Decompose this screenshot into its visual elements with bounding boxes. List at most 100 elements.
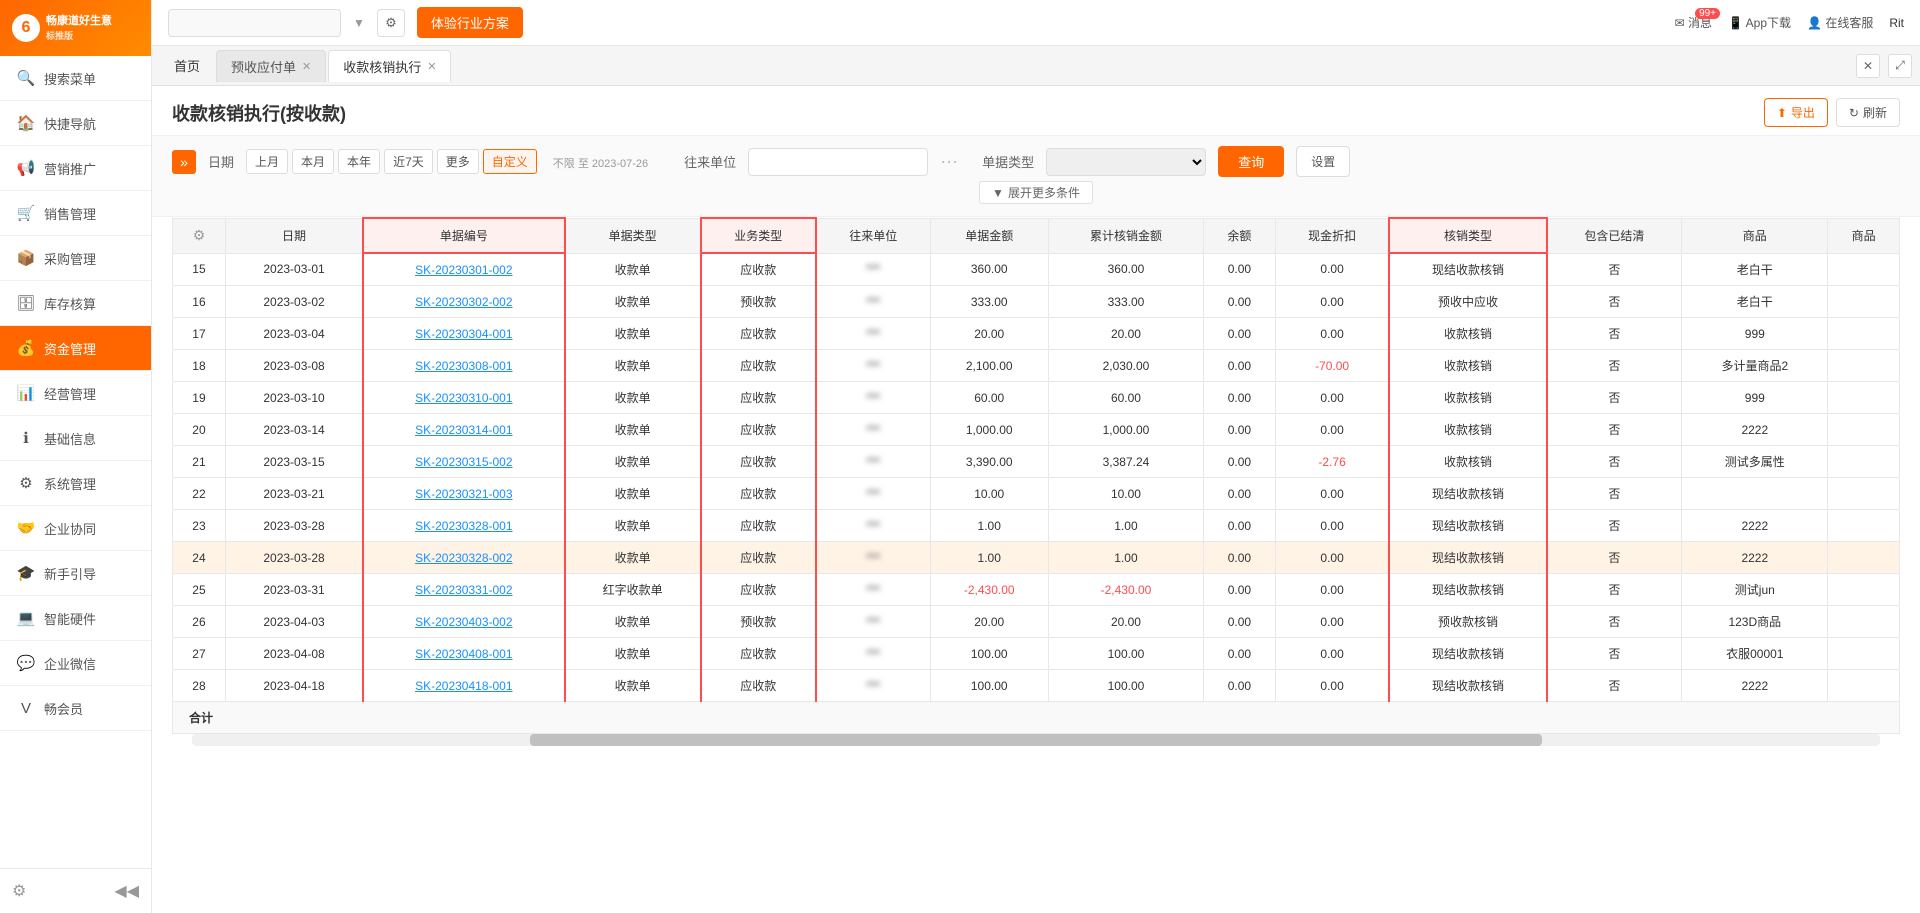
cell-written-off: 100.00 (1048, 638, 1203, 670)
sidebar-item-vip[interactable]: V 畅会员 (0, 686, 151, 731)
page-title: 收款核销执行(按收款) (172, 100, 346, 126)
sidebar-item-marketing[interactable]: 📢 营销推广 (0, 146, 151, 191)
refresh-button[interactable]: ↻ 刷新 (1836, 98, 1900, 127)
cell-bill-type: 收款单 (565, 414, 701, 446)
bill-no-link[interactable]: SK-20230308-001 (415, 359, 512, 373)
megaphone-icon: 📢 (16, 158, 36, 178)
bill-no-link[interactable]: SK-20230328-001 (415, 519, 512, 533)
table-gear-icon[interactable]: ⚙ (193, 227, 206, 243)
cell-biz-type: 应收款 (701, 638, 816, 670)
bill-no-link[interactable]: SK-20230418-001 (415, 679, 512, 693)
date-btn-custom[interactable]: 自定义 (483, 149, 537, 174)
table-row[interactable]: 16 2023-03-02 SK-20230302-002 收款单 预收款 **… (173, 286, 1900, 318)
tab-receipt[interactable]: 收款核销执行 ✕ (328, 50, 451, 82)
horizontal-scrollbar[interactable] (192, 734, 1880, 746)
bill-no-link[interactable]: SK-20230328-002 (415, 551, 512, 565)
bill-no-link[interactable]: SK-20230408-001 (415, 647, 512, 661)
sidebar-item-enterprise[interactable]: 🤝 企业协同 (0, 506, 151, 551)
filter-toggle-button[interactable]: » (172, 150, 196, 174)
topbar-gear-button[interactable]: ⚙ (377, 9, 405, 37)
sidebar-item-label: 快捷导航 (44, 114, 96, 133)
date-btn-this-month[interactable]: 本月 (292, 149, 334, 174)
bill-no-link[interactable]: SK-20230314-001 (415, 423, 512, 437)
table-row[interactable]: 22 2023-03-21 SK-20230321-003 收款单 应收款 **… (173, 478, 1900, 510)
app-download-link[interactable]: 📱 App下载 (1728, 14, 1791, 31)
cart-icon: 🛒 (16, 203, 36, 223)
filter-row: » 日期 上月 本月 本年 近7天 更多 自定义 不限 至 2023-07-26… (172, 146, 1900, 177)
cell-product1: 测试jun (1682, 574, 1828, 606)
scrollbar-thumb[interactable] (530, 734, 1543, 746)
cell-balance: 0.00 (1204, 350, 1276, 382)
bill-no-link[interactable]: SK-20230302-002 (415, 295, 512, 309)
partner-filter-dots[interactable]: ··· (940, 151, 958, 172)
sidebar-item-purchase[interactable]: 📦 采购管理 (0, 236, 151, 281)
table-row[interactable]: 21 2023-03-15 SK-20230315-002 收款单 应收款 **… (173, 446, 1900, 478)
cell-biz-type: 应收款 (701, 574, 816, 606)
solution-button[interactable]: 体验行业方案 (417, 7, 523, 38)
table-row[interactable]: 18 2023-03-08 SK-20230308-001 收款单 应收款 **… (173, 350, 1900, 382)
export-button[interactable]: ⬆ 导出 (1764, 98, 1828, 127)
table-row[interactable]: 23 2023-03-28 SK-20230328-001 收款单 应收款 **… (173, 510, 1900, 542)
tab-close-all-button[interactable]: ✕ (1856, 54, 1880, 78)
settings-button[interactable]: 设置 (1296, 146, 1350, 177)
cell-discount: 0.00 (1275, 574, 1389, 606)
tab-prepay[interactable]: 预收应付单 ✕ (216, 50, 326, 82)
table-row[interactable]: 17 2023-03-04 SK-20230304-001 收款单 应收款 **… (173, 318, 1900, 350)
date-btn-more[interactable]: 更多 (437, 149, 479, 174)
col-bill-no: 单据编号 (363, 218, 564, 253)
bill-no-link[interactable]: SK-20230301-002 (415, 263, 512, 277)
tab-receipt-close[interactable]: ✕ (427, 60, 436, 73)
col-gear[interactable]: ⚙ (173, 218, 226, 253)
sidebar-item-wechat[interactable]: 💬 企业微信 (0, 641, 151, 686)
date-btn-last-month[interactable]: 上月 (246, 149, 288, 174)
table-row[interactable]: 25 2023-03-31 SK-20230331-002 红字收款单 应收款 … (173, 574, 1900, 606)
bill-no-link[interactable]: SK-20230331-002 (415, 583, 512, 597)
bill-type-filter-select[interactable] (1046, 148, 1206, 176)
table-row[interactable]: 15 2023-03-01 SK-20230301-002 收款单 应收款 **… (173, 253, 1900, 286)
sidebar-item-operations[interactable]: 📊 经营管理 (0, 371, 151, 416)
sidebar-item-finance[interactable]: 💰 资金管理 (0, 326, 151, 371)
settings-icon[interactable]: ⚙ (12, 881, 26, 901)
table-row[interactable]: 20 2023-03-14 SK-20230314-001 收款单 应收款 **… (173, 414, 1900, 446)
dropdown-arrow-icon[interactable]: ▼ (353, 16, 365, 30)
table-row[interactable]: 24 2023-03-28 SK-20230328-002 收款单 应收款 **… (173, 542, 1900, 574)
bill-no-link[interactable]: SK-20230321-003 (415, 487, 512, 501)
bill-no-link[interactable]: SK-20230315-002 (415, 455, 512, 469)
gear-icon: ⚙ (16, 473, 36, 493)
sidebar-item-hardware[interactable]: 💻 智能硬件 (0, 596, 151, 641)
online-service-link[interactable]: 👤 在线客服 (1807, 14, 1873, 31)
cell-writeoff-type: 现结收款核销 (1389, 574, 1546, 606)
bill-no-link[interactable]: SK-20230304-001 (415, 327, 512, 341)
tab-prepay-close[interactable]: ✕ (302, 60, 311, 73)
sidebar-item-basic[interactable]: ℹ 基础信息 (0, 416, 151, 461)
table-row[interactable]: 27 2023-04-08 SK-20230408-001 收款单 应收款 **… (173, 638, 1900, 670)
collapse-icon[interactable]: ◀◀ (114, 881, 139, 901)
table-row[interactable]: 28 2023-04-18 SK-20230418-001 收款单 应收款 **… (173, 670, 1900, 702)
expand-more-btn[interactable]: ▼ 展开更多条件 (979, 181, 1093, 204)
cell-product2 (1828, 253, 1900, 286)
table-footer-row: 合计 (173, 702, 1900, 734)
date-btn-this-year[interactable]: 本年 (338, 149, 380, 174)
table-row[interactable]: 19 2023-03-10 SK-20230310-001 收款单 应收款 **… (173, 382, 1900, 414)
bill-no-link[interactable]: SK-20230403-002 (415, 615, 512, 629)
sidebar-item-shortcuts[interactable]: 🏠 快捷导航 (0, 101, 151, 146)
query-button[interactable]: 查询 (1218, 146, 1284, 177)
bill-no-link[interactable]: SK-20230310-001 (415, 391, 512, 405)
topbar-search-input[interactable] (168, 9, 341, 37)
sidebar-item-system[interactable]: ⚙ 系统管理 (0, 461, 151, 506)
sidebar-item-label: 基础信息 (44, 429, 96, 448)
tab-home[interactable]: 首页 (160, 50, 214, 82)
cell-written-off: 1.00 (1048, 542, 1203, 574)
sidebar-item-sales[interactable]: 🛒 销售管理 (0, 191, 151, 236)
tab-expand-button[interactable]: ⤢ (1888, 54, 1912, 78)
cell-writeoff-type: 收款核销 (1389, 446, 1546, 478)
date-btn-7days[interactable]: 近7天 (384, 149, 433, 174)
table-row[interactable]: 26 2023-04-03 SK-20230403-002 收款单 预收款 **… (173, 606, 1900, 638)
partner-filter-input[interactable] (748, 148, 928, 176)
date-filter-label: 日期 (208, 152, 234, 171)
cell-date: 2023-03-21 (225, 478, 363, 510)
sidebar-item-guide[interactable]: 🎓 新手引导 (0, 551, 151, 596)
sidebar-item-inventory[interactable]: 🗄 库存核算 (0, 281, 151, 326)
message-button[interactable]: ✉ 消息 99+ (1675, 14, 1712, 31)
sidebar-item-search[interactable]: 🔍 搜索菜单 (0, 56, 151, 101)
